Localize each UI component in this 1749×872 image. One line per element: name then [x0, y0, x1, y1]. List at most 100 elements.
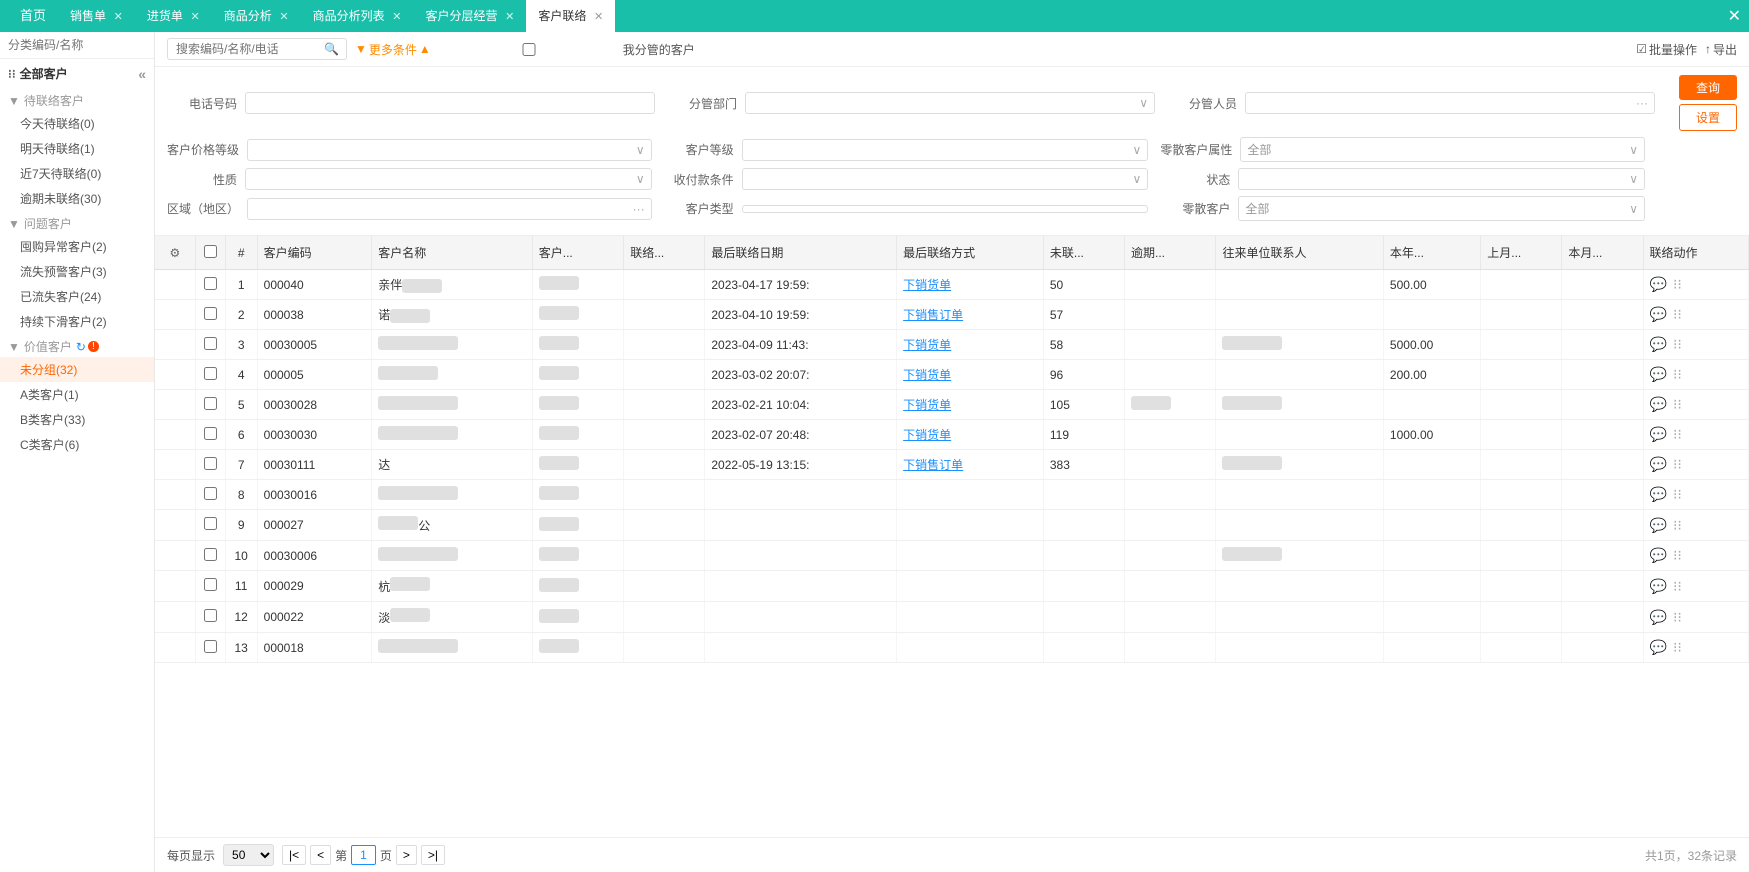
sidebar-item-overdue[interactable]: 逾期未联络(30): [0, 186, 154, 211]
retail-attr-select[interactable]: 全部 ∨: [1240, 137, 1645, 162]
nav-product-analysis-close[interactable]: ✕: [279, 11, 288, 23]
person-select[interactable]: ···: [1245, 92, 1655, 114]
nav-customer-contact[interactable]: 客户联络 ✕: [526, 0, 615, 32]
grid-action-icon[interactable]: ⁝⁝: [1673, 366, 1682, 383]
message-icon[interactable]: 💬: [1650, 456, 1667, 473]
more-conditions-btn[interactable]: ▼ 更多条件 ▲: [355, 41, 431, 58]
row-checkbox[interactable]: [204, 397, 217, 410]
sidebar-item-churn-warning[interactable]: 流失预警客户(3): [0, 259, 154, 284]
grid-action-icon[interactable]: ⁝⁝: [1673, 639, 1682, 656]
grid-action-icon[interactable]: ⁝⁝: [1673, 547, 1682, 564]
sidebar-item-class-a[interactable]: A类客户(1): [0, 382, 154, 407]
retail-customer-select[interactable]: 全部 ∨: [1238, 196, 1645, 221]
row-checkbox[interactable]: [204, 578, 217, 591]
row-checkbox[interactable]: [204, 307, 217, 320]
row-checkbox[interactable]: [204, 609, 217, 622]
search-input[interactable]: [167, 38, 347, 60]
grid-action-icon[interactable]: ⁝⁝: [1673, 306, 1682, 323]
nav-home[interactable]: 首页: [8, 0, 58, 32]
nav-customer-tier[interactable]: 客户分层经营 ✕: [413, 0, 526, 32]
message-icon[interactable]: 💬: [1650, 426, 1667, 443]
nav-purchase-close[interactable]: ✕: [191, 11, 200, 23]
grid-action-icon[interactable]: ⁝⁝: [1673, 276, 1682, 293]
sidebar-item-class-c[interactable]: C类客户(6): [0, 432, 154, 457]
grid-action-icon[interactable]: ⁝⁝: [1673, 578, 1682, 595]
message-icon[interactable]: 💬: [1650, 336, 1667, 353]
message-icon[interactable]: 💬: [1650, 517, 1667, 534]
next-page-btn[interactable]: >: [396, 845, 417, 865]
customer-type-select[interactable]: [742, 205, 1149, 213]
window-close-button[interactable]: ✕: [1728, 6, 1741, 26]
row-checkbox[interactable]: [204, 487, 217, 500]
payment-select[interactable]: ∨: [742, 168, 1149, 190]
nav-purchase[interactable]: 进货单 ✕: [135, 0, 212, 32]
grid-action-icon[interactable]: ⁝⁝: [1673, 517, 1682, 534]
refresh-icon[interactable]: ↻: [76, 340, 86, 354]
row-checkbox[interactable]: [204, 548, 217, 561]
grid-action-icon[interactable]: ⁝⁝: [1673, 486, 1682, 503]
nav-sales-close[interactable]: ✕: [114, 11, 123, 23]
my-customers-checkbox[interactable]: 我分管的客户: [439, 41, 695, 58]
phone-input[interactable]: [245, 92, 655, 114]
nav-customer-tier-close[interactable]: ✕: [505, 11, 514, 23]
dept-select[interactable]: ∨: [745, 92, 1155, 114]
nav-product-analysis-list[interactable]: 商品分析列表 ✕: [301, 0, 414, 32]
region-select[interactable]: ···: [247, 198, 652, 220]
grid-action-icon[interactable]: ⁝⁝: [1673, 609, 1682, 626]
grid-action-icon[interactable]: ⁝⁝: [1673, 396, 1682, 413]
sidebar-item-churned[interactable]: 已流失客户(24): [0, 284, 154, 309]
message-icon[interactable]: 💬: [1650, 547, 1667, 564]
current-page[interactable]: 1: [351, 845, 376, 865]
customer-level-select[interactable]: ∨: [742, 139, 1149, 161]
first-page-btn[interactable]: |<: [282, 845, 306, 865]
sidebar-item-tomorrow-pending[interactable]: 明天待联络(1): [0, 136, 154, 161]
row-checkbox[interactable]: [204, 640, 217, 653]
sidebar-item-hoard-abnormal[interactable]: 囤购异常客户(2): [0, 234, 154, 259]
sidebar-item-week-pending[interactable]: 近7天待联络(0): [0, 161, 154, 186]
sidebar-item-today-pending[interactable]: 今天待联络(0): [0, 111, 154, 136]
all-customers-section[interactable]: ⁝⁝ 全部客户 «: [0, 59, 154, 88]
row-checkbox[interactable]: [204, 457, 217, 470]
sidebar-item-class-b[interactable]: B类客户(33): [0, 407, 154, 432]
row-checkbox[interactable]: [204, 367, 217, 380]
nav-product-list-close[interactable]: ✕: [392, 11, 401, 23]
status-select[interactable]: ∨: [1238, 168, 1645, 190]
collapse-icon[interactable]: «: [138, 66, 146, 82]
settings-icon[interactable]: ⚙: [169, 246, 180, 260]
value-group-label[interactable]: ▼ 价值客户 ↻ !: [0, 334, 154, 357]
row-checkbox[interactable]: [204, 337, 217, 350]
row-checkbox[interactable]: [204, 517, 217, 530]
row-checkbox[interactable]: [204, 277, 217, 290]
message-icon[interactable]: 💬: [1650, 306, 1667, 323]
per-page-select[interactable]: 50 100: [223, 844, 274, 866]
sidebar-item-ungroup[interactable]: 未分组(32): [0, 357, 154, 382]
reset-button[interactable]: 设置: [1679, 104, 1737, 131]
problem-group-label[interactable]: ▼ 问题客户: [0, 211, 154, 234]
grid-action-icon[interactable]: ⁝⁝: [1673, 426, 1682, 443]
message-icon[interactable]: 💬: [1650, 396, 1667, 413]
message-icon[interactable]: 💬: [1650, 276, 1667, 293]
nav-sales[interactable]: 销售单 ✕: [58, 0, 135, 32]
price-level-select[interactable]: ∨: [247, 139, 652, 161]
gender-select[interactable]: ∨: [245, 168, 652, 190]
prev-page-btn[interactable]: <: [310, 845, 331, 865]
grid-action-icon[interactable]: ⁝⁝: [1673, 336, 1682, 353]
query-button[interactable]: 查询: [1679, 75, 1737, 100]
sidebar-search-input[interactable]: [8, 38, 155, 52]
batch-operations-btn[interactable]: ☑ 批量操作: [1636, 41, 1697, 58]
message-icon[interactable]: 💬: [1650, 639, 1667, 656]
message-icon[interactable]: 💬: [1650, 578, 1667, 595]
search-icon[interactable]: 🔍: [324, 42, 339, 56]
pending-group-label[interactable]: ▼ 待联络客户: [0, 88, 154, 111]
my-customers-check[interactable]: [439, 43, 619, 56]
last-page-btn[interactable]: >|: [421, 845, 445, 865]
message-icon[interactable]: 💬: [1650, 609, 1667, 626]
sidebar-item-declining[interactable]: 持续下滑客户(2): [0, 309, 154, 334]
nav-product-analysis[interactable]: 商品分析 ✕: [212, 0, 301, 32]
message-icon[interactable]: 💬: [1650, 486, 1667, 503]
export-btn[interactable]: ↑ 导出: [1705, 41, 1737, 58]
row-checkbox[interactable]: [204, 427, 217, 440]
message-icon[interactable]: 💬: [1650, 366, 1667, 383]
th-settings[interactable]: ⚙: [155, 236, 195, 270]
grid-action-icon[interactable]: ⁝⁝: [1673, 456, 1682, 473]
